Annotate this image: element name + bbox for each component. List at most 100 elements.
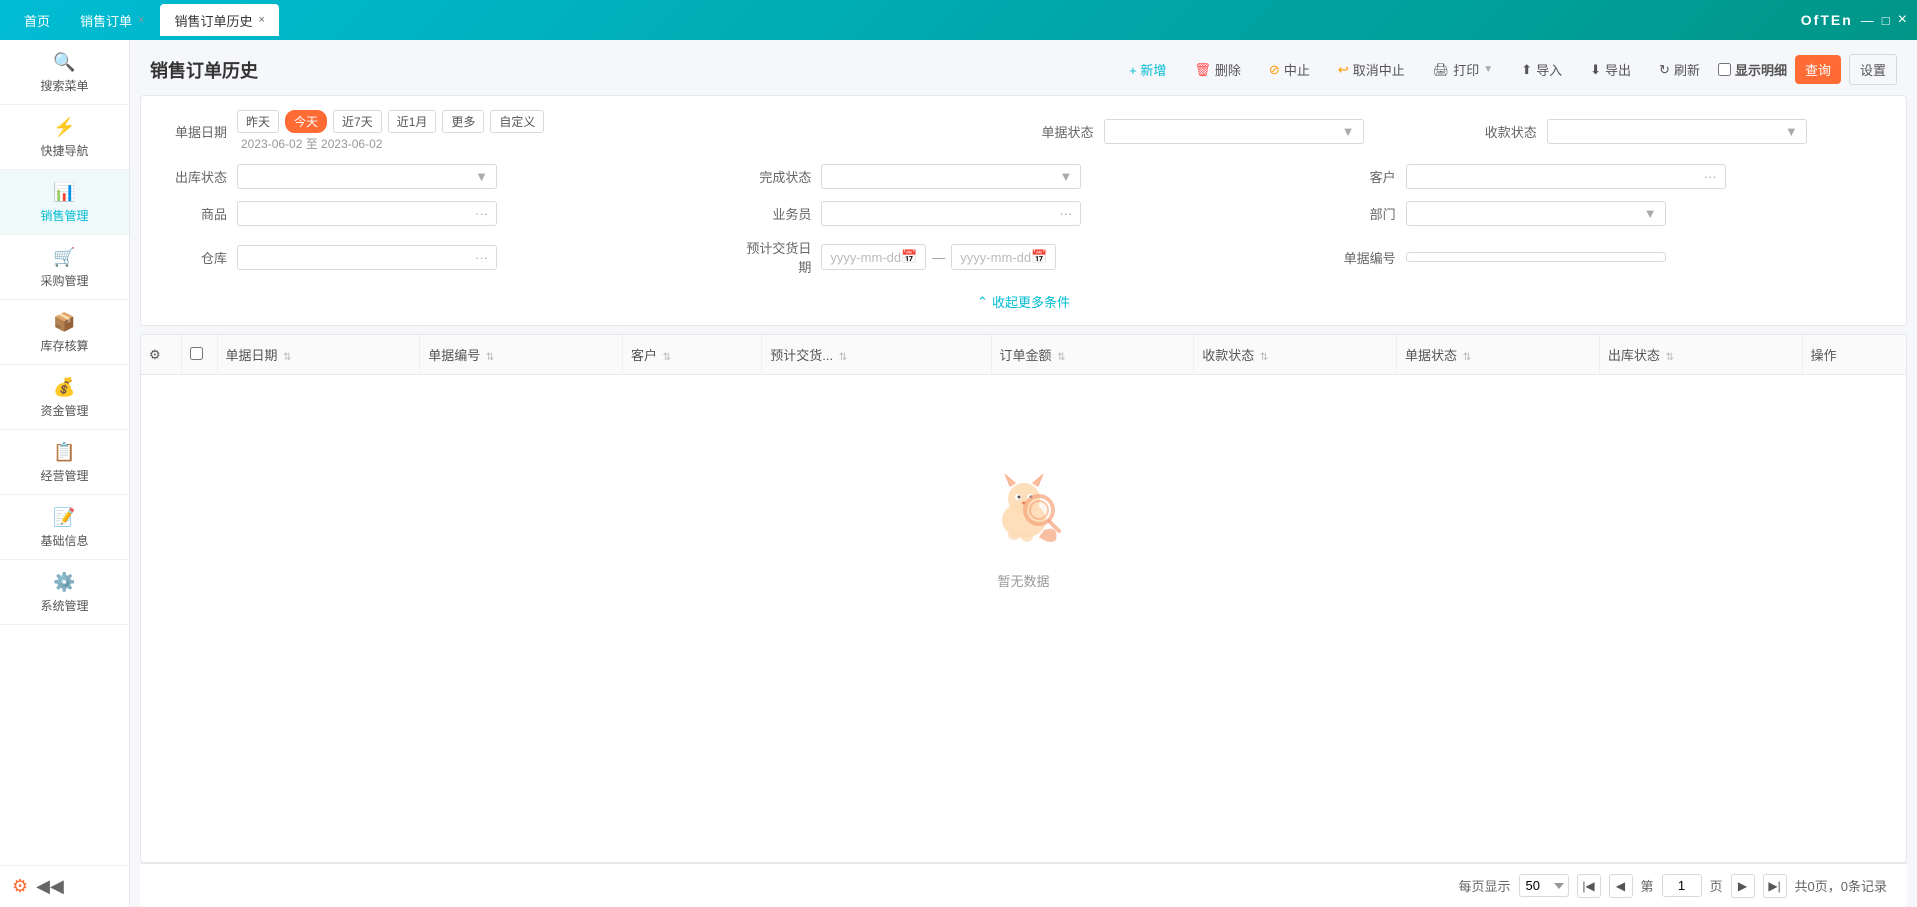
th-number[interactable]: 单据编号 ⇅ — [420, 335, 623, 375]
th-amount[interactable]: 订单金额 ⇅ — [991, 335, 1194, 375]
display-detail-checkbox[interactable]: 显示明细 — [1718, 60, 1787, 79]
print-button[interactable]: 🖨 打印 ▼ — [1423, 55, 1503, 84]
salesperson-input[interactable]: ··· — [821, 201, 1081, 226]
operation-icon: 📋 — [53, 442, 75, 463]
first-page-btn[interactable]: |◀ — [1577, 874, 1601, 898]
delete-button[interactable]: 🗑 删除 — [1184, 55, 1251, 84]
calendar-start-icon[interactable]: 📅 — [901, 249, 917, 265]
tab-sales-order[interactable]: 销售订单 × — [66, 4, 158, 36]
th-date[interactable]: 单据日期 ⇅ — [217, 335, 420, 375]
table-area: ⚙ 单据日期 ⇅ 单据编号 ⇅ — [140, 334, 1907, 863]
sidebar-item-quick-nav[interactable]: ⚡ 快捷导航 — [0, 105, 129, 170]
per-page-select[interactable]: 50 10 20 100 — [1519, 874, 1569, 897]
date-1month-btn[interactable]: 近1月 — [388, 110, 437, 133]
doc-number-input[interactable] — [1406, 252, 1666, 262]
filter-date-section: 单据日期 昨天 今天 近7天 近1月 更多 自定义 — [157, 110, 1004, 152]
window-maximize-icon[interactable]: □ — [1882, 13, 1890, 28]
query-button[interactable]: 查询 — [1795, 55, 1841, 84]
expected-date-start[interactable]: yyyy-mm-dd 📅 — [821, 244, 926, 270]
last-page-btn[interactable]: ▶| — [1763, 874, 1787, 898]
th-expected-date-label: 预计交货... — [770, 348, 833, 363]
tab-sales-order-close[interactable]: × — [138, 14, 144, 26]
sidebar-item-search[interactable]: 🔍 搜索菜单 — [0, 40, 129, 105]
payment-status-select[interactable]: ▼ — [1547, 119, 1807, 144]
delete-icon: 🗑 — [1194, 62, 1211, 78]
sidebar-item-purchase[interactable]: 🛒 采购管理 — [0, 235, 129, 300]
prev-page-btn[interactable]: ◀ — [1609, 874, 1633, 898]
sidebar-item-system[interactable]: ⚙️ 系统管理 — [0, 560, 129, 625]
sidebar-item-basic-info[interactable]: 📝 基础信息 — [0, 495, 129, 560]
sidebar-item-finance[interactable]: 💰 资金管理 — [0, 365, 129, 430]
window-close-icon[interactable]: × — [1898, 11, 1907, 29]
th-expected-date-sort-icon: ⇅ — [839, 352, 847, 363]
complete-status-select[interactable]: ▼ — [821, 164, 1081, 189]
delivery-label: 出库状态 — [157, 167, 237, 186]
sidebar-item-search-label: 搜索菜单 — [40, 77, 88, 94]
stop-button[interactable]: ⊘ 中止 — [1259, 55, 1320, 84]
new-button[interactable]: + 新增 — [1119, 55, 1176, 84]
sidebar: 🔍 搜索菜单 ⚡ 快捷导航 📊 销售管理 🛒 采购管理 📦 库存核算 💰 资金管… — [0, 40, 130, 907]
sidebar-item-sales[interactable]: 📊 销售管理 — [0, 170, 129, 235]
th-doc-status[interactable]: 单据状态 ⇅ — [1397, 335, 1600, 375]
cancel-stop-button[interactable]: ↩ 取消中止 — [1328, 55, 1415, 84]
top-bar-right: OfTEn — □ × — [1801, 11, 1907, 29]
page-number-input[interactable]: 1 — [1662, 874, 1702, 897]
customer-input[interactable]: ··· — [1406, 164, 1726, 189]
filter-product-section: 商品 ··· — [157, 201, 721, 226]
print-icon: 🖨 — [1433, 62, 1450, 78]
status-label: 单据状态 — [1024, 122, 1104, 141]
expected-date-end[interactable]: yyyy-mm-dd 📅 — [951, 244, 1056, 270]
refresh-button[interactable]: ↻ 刷新 — [1649, 55, 1710, 84]
empty-state-cell: 暂无数据 — [141, 375, 1906, 671]
date-today-btn[interactable]: 今天 — [285, 110, 327, 133]
th-delivery-status-sort-icon: ⇅ — [1665, 352, 1673, 363]
filter-date-row: 昨天 今天 近7天 近1月 更多 自定义 — [237, 110, 544, 133]
product-input[interactable]: ··· — [237, 201, 497, 226]
th-checkbox[interactable] — [181, 335, 217, 375]
select-all-checkbox[interactable] — [190, 347, 203, 360]
filter-row-3: 商品 ··· 业务员 ··· 部门 — [157, 201, 1890, 226]
sidebar-item-operation[interactable]: 📋 经营管理 — [0, 430, 129, 495]
sidebar-settings-icon[interactable]: ⚙ — [12, 876, 28, 897]
th-expected-date[interactable]: 预计交货... ⇅ — [762, 335, 991, 375]
filter-dept-section: 部门 ▼ — [1326, 201, 1890, 226]
tab-sales-order-history[interactable]: 销售订单历史 × — [160, 4, 278, 36]
sidebar-item-quick-nav-label: 快捷导航 — [40, 142, 88, 159]
calendar-end-icon[interactable]: 📅 — [1031, 249, 1047, 265]
content-area: 销售订单历史 + 新增 🗑 删除 ⊘ 中止 ↩ 取消中止 🖨 打印 — [130, 40, 1917, 907]
filter-salesperson-section: 业务员 ··· — [741, 201, 1305, 226]
dept-select[interactable]: ▼ — [1406, 201, 1666, 226]
sidebar-item-inventory[interactable]: 📦 库存核算 — [0, 300, 129, 365]
system-icon: ⚙️ — [53, 572, 75, 593]
display-detail-input[interactable] — [1718, 63, 1731, 76]
sidebar-collapse-icon[interactable]: ◀◀ — [36, 876, 64, 897]
print-dropdown-icon: ▼ — [1483, 64, 1493, 75]
date-yesterday-btn[interactable]: 昨天 — [237, 110, 279, 133]
th-delivery-status[interactable]: 出库状态 ⇅ — [1599, 335, 1802, 375]
doc-status-select[interactable]: ▼ — [1104, 119, 1364, 144]
collapse-filter-btn[interactable]: ⌃ 收起更多条件 — [157, 288, 1890, 315]
sidebar-item-finance-label: 资金管理 — [40, 402, 88, 419]
search-menu-icon: 🔍 — [53, 52, 75, 73]
tab-home[interactable]: 首页 — [10, 4, 64, 36]
date-7days-btn[interactable]: 近7天 — [333, 110, 382, 133]
settings-config-button[interactable]: 设置 — [1849, 54, 1897, 85]
window-minimize-icon[interactable]: — — [1861, 13, 1874, 28]
th-customer[interactable]: 客户 ⇅ — [623, 335, 762, 375]
import-button[interactable]: ⬆ 导入 — [1511, 55, 1572, 84]
empty-illustration — [974, 455, 1074, 555]
next-page-btn[interactable]: ▶ — [1731, 874, 1755, 898]
warehouse-label: 仓库 — [157, 248, 237, 267]
th-settings[interactable]: ⚙ — [141, 335, 181, 375]
th-payment-status[interactable]: 收款状态 ⇅ — [1194, 335, 1397, 375]
date-custom-btn[interactable]: 自定义 — [490, 110, 544, 133]
filter-expected-date-section: 预计交货日期 yyyy-mm-dd 📅 — yyyy-mm-dd 📅 — [741, 238, 1305, 276]
filter-complete-section: 完成状态 ▼ — [741, 164, 1305, 189]
product-dots-icon: ··· — [475, 206, 488, 221]
export-button[interactable]: ⬇ 导出 — [1580, 55, 1641, 84]
date-more-btn[interactable]: 更多 — [442, 110, 484, 133]
warehouse-input[interactable]: ··· — [237, 245, 497, 270]
settings-gear-icon[interactable]: ⚙ — [149, 347, 161, 362]
tab-sales-order-history-close[interactable]: × — [258, 14, 264, 26]
delivery-status-select[interactable]: ▼ — [237, 164, 497, 189]
